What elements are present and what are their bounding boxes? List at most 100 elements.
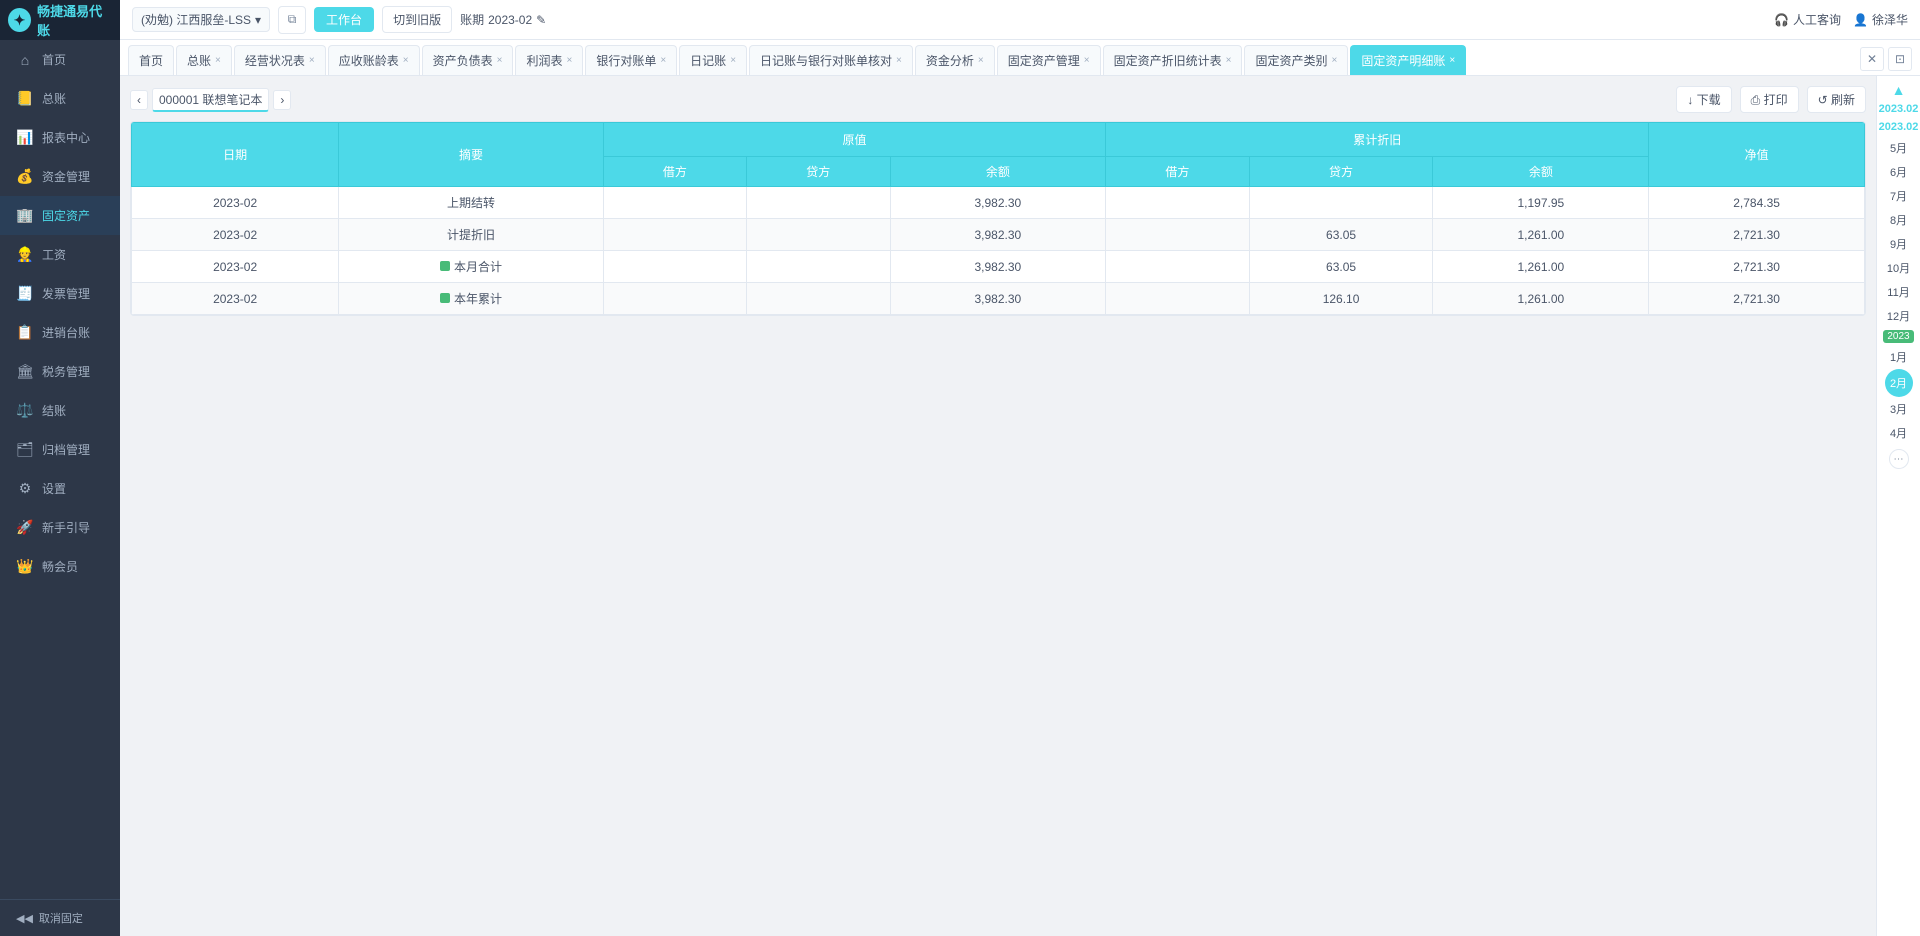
maximize-btn[interactable]: ⊡ bbox=[1888, 47, 1912, 71]
tab-asset-detail[interactable]: 固定资产明细账× bbox=[1350, 45, 1466, 75]
cell-abstract: 上期结转 bbox=[339, 187, 603, 219]
tab-close-ledger[interactable]: × bbox=[215, 56, 221, 66]
close-all-tabs-btn[interactable]: ✕ bbox=[1860, 47, 1884, 71]
cell-date: 2023-02 bbox=[132, 219, 339, 251]
sidebar-item-sales[interactable]: 📋 进销台账 bbox=[0, 313, 120, 352]
tab-close-operation[interactable]: × bbox=[309, 56, 315, 66]
tab-close-asset-detail[interactable]: × bbox=[1449, 56, 1455, 66]
timeline-month-8月[interactable]: 8月 bbox=[1881, 208, 1917, 232]
tab-close-fund-analysis[interactable]: × bbox=[978, 56, 984, 66]
sidebar-item-archive[interactable]: 🗂 归档管理 bbox=[0, 430, 120, 469]
company-name: (劝勉) 江西服垒-LSS bbox=[141, 11, 251, 28]
sidebar-item-payroll[interactable]: 👷 工资 bbox=[0, 235, 120, 274]
sidebar-item-tax[interactable]: 🏛 税务管理 bbox=[0, 352, 120, 391]
tab-close-bank-check[interactable]: × bbox=[896, 56, 902, 66]
print-btn[interactable]: ⎙ 打印 bbox=[1740, 86, 1799, 113]
work-desk-btn[interactable]: 工作台 bbox=[314, 7, 374, 32]
tab-close-asset-category[interactable]: × bbox=[1331, 56, 1337, 66]
tab-label-journal: 日记账 bbox=[690, 52, 726, 69]
page-area: ‹ 000001 联想笔记本 › ↓ 下载 ⎙ 打印 ↺ 刷新 日期 摘要 bbox=[120, 76, 1920, 936]
timeline-month-1月[interactable]: 1月 bbox=[1881, 345, 1917, 369]
sidebar-nav: ⌂ 首页 📒 总账 📊 报表中心 💰 资金管理 🏢 固定资产 👷 工资 🧾 发票… bbox=[0, 40, 120, 899]
timeline-month-10月[interactable]: 10月 bbox=[1881, 256, 1917, 280]
timeline-month-3月[interactable]: 3月 bbox=[1881, 397, 1917, 421]
sidebar-item-member[interactable]: 👑 畅会员 bbox=[0, 547, 120, 586]
sub-nav-forward[interactable]: › bbox=[273, 90, 291, 110]
customer-service-btn[interactable]: 🎧 人工客询 bbox=[1774, 11, 1841, 28]
tab-close-balance[interactable]: × bbox=[497, 56, 503, 66]
tab-home[interactable]: 首页 bbox=[128, 45, 174, 75]
company-selector[interactable]: (劝勉) 江西服垒-LSS ▾ bbox=[132, 7, 270, 32]
tab-label-asset-category: 固定资产类别 bbox=[1255, 52, 1327, 69]
timeline-month-11月[interactable]: 11月 bbox=[1881, 280, 1917, 304]
cell-net-value: 2,721.30 bbox=[1649, 219, 1865, 251]
user-profile-btn[interactable]: 👤 徐泽华 bbox=[1853, 11, 1908, 28]
refresh-btn[interactable]: ↺ 刷新 bbox=[1807, 86, 1866, 113]
timeline-month-12月[interactable]: 12月 bbox=[1881, 304, 1917, 328]
tab-receivable[interactable]: 应收账龄表× bbox=[328, 45, 420, 75]
cell-net-value: 2,721.30 bbox=[1649, 251, 1865, 283]
sidebar-item-guide[interactable]: 🚀 新手引导 bbox=[0, 508, 120, 547]
timeline-expand-btn[interactable]: ⋯ bbox=[1889, 449, 1909, 469]
tab-operation[interactable]: 经营状况表 × bbox=[234, 45, 326, 75]
tab-bar: 首页总账×经营状况表×应收账龄表×资产负债表×利润表×银行对账单×日记账×日记账… bbox=[120, 40, 1920, 76]
sidebar-label-reports: 报表中心 bbox=[42, 129, 90, 146]
sidebar-item-reports[interactable]: 📊 报表中心 bbox=[0, 118, 120, 157]
tab-asset-depreciation[interactable]: 固定资产折旧统计表× bbox=[1103, 45, 1243, 75]
sidebar-item-settings[interactable]: ⚙ 设置 bbox=[0, 469, 120, 508]
tab-journal[interactable]: 日记账 × bbox=[679, 45, 747, 75]
sidebar-item-ledger[interactable]: 📒 总账 bbox=[0, 79, 120, 118]
tab-bank-check[interactable]: 日记账与银行对账单核对× bbox=[749, 45, 913, 75]
tab-profit[interactable]: 利润表× bbox=[515, 45, 583, 75]
tab-balance[interactable]: 资产负债表× bbox=[422, 45, 514, 75]
sidebar: ✦ 畅捷通易代账 ⌂ 首页 📒 总账 📊 报表中心 💰 资金管理 🏢 固定资产 … bbox=[0, 0, 120, 936]
sub-nav-back[interactable]: ‹ bbox=[130, 90, 148, 110]
tab-bank[interactable]: 银行对账单× bbox=[585, 45, 677, 75]
year-badge[interactable]: 2023 bbox=[1883, 330, 1913, 343]
tab-ledger[interactable]: 总账× bbox=[176, 45, 232, 75]
tab-label-operation: 经营状况表 bbox=[245, 52, 305, 69]
period-edit-icon[interactable]: ✎ bbox=[536, 13, 546, 27]
sidebar-item-fixed-assets[interactable]: 🏢 固定资产 bbox=[0, 196, 120, 235]
sidebar-label-tax: 税务管理 bbox=[42, 363, 90, 380]
page-content: ‹ 000001 联想笔记本 › ↓ 下载 ⎙ 打印 ↺ 刷新 日期 摘要 bbox=[120, 76, 1876, 936]
tab-close-asset-depreciation[interactable]: × bbox=[1226, 56, 1232, 66]
timeline-month-5月[interactable]: 5月 bbox=[1881, 136, 1917, 160]
timeline-month-7月[interactable]: 7月 bbox=[1881, 184, 1917, 208]
timeline-scroll-up[interactable]: ▲ bbox=[1889, 80, 1909, 100]
payroll-nav-icon: 👷 bbox=[16, 246, 34, 263]
sidebar-label-sales: 进销台账 bbox=[42, 324, 90, 341]
cell-accum-balance: 1,261.00 bbox=[1433, 283, 1649, 315]
tab-close-bank[interactable]: × bbox=[660, 56, 666, 66]
action-bar: ↓ 下载 ⎙ 打印 ↺ 刷新 bbox=[1676, 86, 1866, 113]
cell-abstract: 本月合计 bbox=[339, 251, 603, 283]
sidebar-item-funds[interactable]: 💰 资金管理 bbox=[0, 157, 120, 196]
timeline-month-4月[interactable]: 4月 bbox=[1881, 421, 1917, 445]
tab-close-receivable[interactable]: × bbox=[403, 56, 409, 66]
download-btn[interactable]: ↓ 下载 bbox=[1676, 86, 1731, 113]
sidebar-item-invoices[interactable]: 🧾 发票管理 bbox=[0, 274, 120, 313]
table-row: 2023-02 本月合计 3,982.30 63.05 1,261.00 2,7… bbox=[132, 251, 1865, 283]
sidebar-item-settle[interactable]: ⚖️ 结账 bbox=[0, 391, 120, 430]
tab-close-asset-mgmt[interactable]: × bbox=[1084, 56, 1090, 66]
sidebar-item-home[interactable]: ⌂ 首页 bbox=[0, 40, 120, 79]
timeline-month-6月[interactable]: 6月 bbox=[1881, 160, 1917, 184]
settings-nav-icon: ⚙ bbox=[16, 480, 34, 497]
tab-fund-analysis[interactable]: 资金分析× bbox=[915, 45, 995, 75]
timeline-month-2月[interactable]: 2月 bbox=[1885, 369, 1913, 397]
logo-text: 畅捷通易代账 bbox=[37, 1, 112, 39]
old-version-btn[interactable]: 切到旧版 bbox=[382, 6, 452, 33]
company-copy-btn[interactable]: ⧉ bbox=[278, 6, 306, 34]
main-content: (劝勉) 江西服垒-LSS ▾ ⧉ 工作台 切到旧版 账期 2023-02 ✎ … bbox=[120, 0, 1920, 936]
tab-asset-category[interactable]: 固定资产类别 × bbox=[1244, 45, 1348, 75]
tab-close-profit[interactable]: × bbox=[566, 56, 572, 66]
topbar-right: 🎧 人工客询 👤 徐泽华 bbox=[1774, 11, 1908, 28]
tab-close-journal[interactable]: × bbox=[730, 56, 736, 66]
timeline-period-1[interactable]: 2023.02 bbox=[1877, 100, 1920, 118]
tab-asset-mgmt[interactable]: 固定资产管理× bbox=[997, 45, 1101, 75]
sidebar-footer[interactable]: ◀◀ 取消固定 bbox=[0, 899, 120, 936]
timeline-month-9月[interactable]: 9月 bbox=[1881, 232, 1917, 256]
sidebar-label-funds: 资金管理 bbox=[42, 168, 90, 185]
sub-nav-current[interactable]: 000001 联想笔记本 bbox=[152, 88, 269, 112]
timeline-period-2[interactable]: 2023.02 bbox=[1877, 118, 1920, 136]
